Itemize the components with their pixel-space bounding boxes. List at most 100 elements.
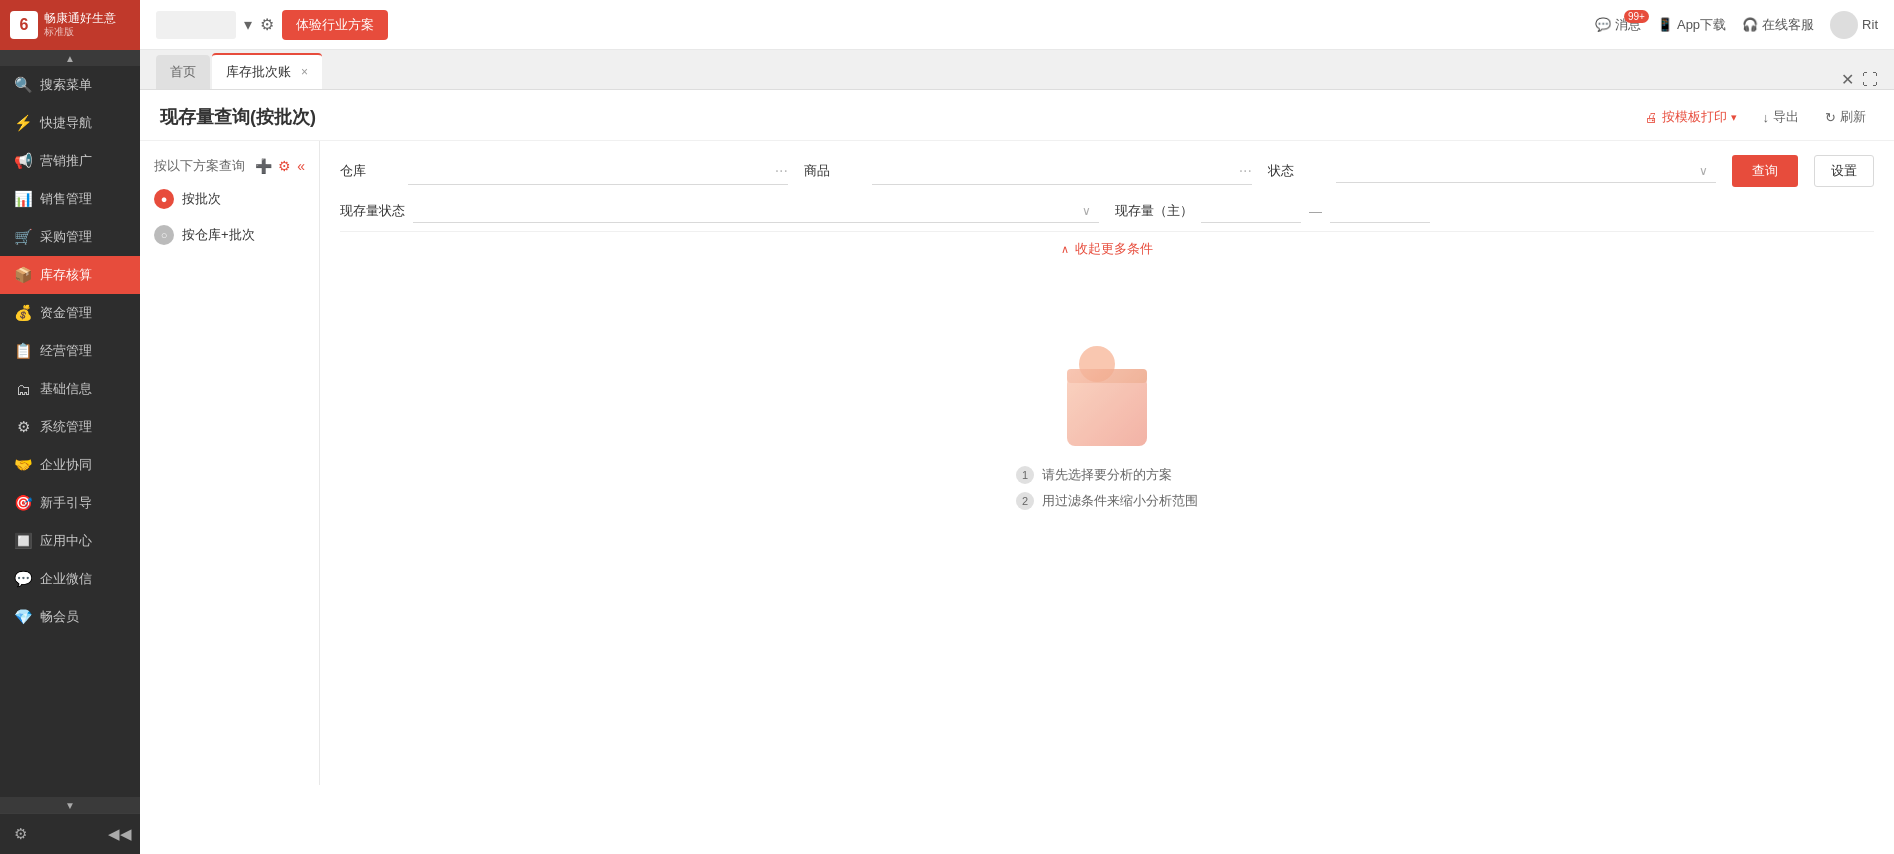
sidebar-item-sales[interactable]: 📊 销售管理 [0, 180, 140, 218]
wechat-icon: 💬 [14, 570, 32, 588]
status-select[interactable]: ∨ [1336, 160, 1716, 183]
sidebar-item-finance[interactable]: 💰 资金管理 [0, 294, 140, 332]
topbar-right: 💬 消息 99+ 📱 App下载 🎧 在线客服 Rit [1595, 11, 1878, 39]
sidebar-header: 6 畅康通好生意 标准版 [0, 0, 140, 50]
print-dropdown-icon[interactable]: ▾ [1731, 111, 1737, 124]
newbie-icon: 🎯 [14, 494, 32, 512]
export-button[interactable]: ↓ 导出 [1755, 104, 1808, 130]
scheme-icon-batch: ● [154, 189, 174, 209]
tab-home-label: 首页 [170, 63, 196, 81]
messages-button[interactable]: 💬 消息 99+ [1595, 16, 1641, 34]
topbar-gear-icon[interactable]: ⚙ [260, 15, 274, 34]
operations-icon: 📋 [14, 342, 32, 360]
sidebar-item-label: 快捷导航 [40, 114, 92, 132]
sidebar-item-wechat[interactable]: 💬 企业微信 [0, 560, 140, 598]
close-tab-icon[interactable]: × [301, 65, 308, 79]
settings-button[interactable]: 设置 [1814, 155, 1874, 187]
sidebar-item-enterprise[interactable]: 🤝 企业协同 [0, 446, 140, 484]
user-avatar-button[interactable]: Rit [1830, 11, 1878, 39]
expand-icon[interactable]: ⛶ [1862, 71, 1878, 89]
collapse-sidebar-icon[interactable]: ◀◀ [108, 822, 132, 846]
empty-illustration [1047, 346, 1167, 446]
add-scheme-icon[interactable]: ➕ [255, 158, 272, 174]
sidebar-scroll-up[interactable]: ▲ [0, 50, 140, 66]
collapse-left-panel-icon[interactable]: « [297, 158, 305, 174]
sidebar-item-label: 基础信息 [40, 380, 92, 398]
sidebar-item-label: 系统管理 [40, 418, 92, 436]
empty-box [1067, 376, 1147, 446]
sidebar-item-label: 企业微信 [40, 570, 92, 588]
scheme-query-label: 按以下方案查询 [154, 157, 245, 175]
sidebar-item-appstore[interactable]: 🔲 应用中心 [0, 522, 140, 560]
empty-tip-1: 1 请先选择要分析的方案 [1016, 466, 1198, 484]
sidebar-item-search[interactable]: 🔍 搜索菜单 [0, 66, 140, 104]
sidebar-item-label: 搜索菜单 [40, 76, 92, 94]
tab-inventory-batch[interactable]: 库存批次账 × [212, 53, 322, 89]
warehouse-filter-label: 仓库 [340, 162, 400, 180]
sidebar-item-newbie[interactable]: 🎯 新手引导 [0, 484, 140, 522]
sidebar-item-quicknav[interactable]: ⚡ 快捷导航 [0, 104, 140, 142]
online-service-label: 在线客服 [1762, 16, 1814, 34]
warehouse-input[interactable] [408, 163, 775, 178]
product-input[interactable] [872, 163, 1239, 178]
sidebar-item-label: 采购管理 [40, 228, 92, 246]
app-logo: 6 [10, 11, 38, 39]
topbar: ▾ ⚙ 体验行业方案 💬 消息 99+ 📱 App下载 🎧 在线客服 Rit [140, 0, 1894, 50]
tab-active-label: 库存批次账 [226, 63, 291, 81]
stock-amount-max-input[interactable] [1330, 199, 1430, 223]
sidebar-item-label: 经营管理 [40, 342, 92, 360]
filter-group-stock-status: 现存量状态 ∨ [340, 200, 1099, 223]
refresh-button[interactable]: ↻ 刷新 [1817, 104, 1874, 130]
print-button[interactable]: 🖨 按模板打印 ▾ [1637, 104, 1745, 130]
tab-home[interactable]: 首页 [156, 55, 210, 89]
quicknav-icon: ⚡ [14, 114, 32, 132]
settings-icon[interactable]: ⚙ [8, 822, 32, 846]
page-header: 现存量查询(按批次) 🖨 按模板打印 ▾ ↓ 导出 ↻ 刷新 [140, 90, 1894, 141]
phone-icon: 📱 [1657, 17, 1673, 32]
scheme-label-warehouse-batch: 按仓库+批次 [182, 226, 255, 244]
sidebar-nav-list: 🔍 搜索菜单 ⚡ 快捷导航 📢 营销推广 📊 销售管理 🛒 采购管理 📦 库存核… [0, 66, 140, 797]
app-subtitle: 标准版 [44, 25, 116, 39]
empty-tip-2: 2 用过滤条件来缩小分析范围 [1016, 492, 1198, 510]
tip-num-1: 1 [1016, 466, 1034, 484]
sidebar-item-label: 应用中心 [40, 532, 92, 550]
sidebar-item-operations[interactable]: 📋 经营管理 [0, 332, 140, 370]
scheme-item-warehouse-batch[interactable]: ○ 按仓库+批次 [140, 217, 319, 253]
base-icon: 🗂 [14, 380, 32, 398]
sidebar-item-vip[interactable]: 💎 畅会员 [0, 598, 140, 636]
sidebar-item-label: 资金管理 [40, 304, 92, 322]
avatar [1830, 11, 1858, 39]
body-layout: 按以下方案查询 ➕ ⚙ « ● 按批次 ○ 按仓库+批次 [140, 141, 1894, 785]
sidebar-item-purchase[interactable]: 🛒 采购管理 [0, 218, 140, 256]
warehouse-dots[interactable]: ··· [775, 162, 788, 180]
topbar-left: ▾ ⚙ 体验行业方案 [156, 10, 1585, 40]
sidebar-scroll-down[interactable]: ▼ [0, 797, 140, 813]
collapse-more-conditions[interactable]: ∧ 收起更多条件 [340, 231, 1874, 266]
sidebar-item-system[interactable]: ⚙ 系统管理 [0, 408, 140, 446]
stock-status-select[interactable]: ∨ [413, 200, 1099, 223]
app-download-label: App下载 [1677, 16, 1726, 34]
inventory-icon: 📦 [14, 266, 32, 284]
stock-amount-min-input[interactable] [1201, 199, 1301, 223]
sidebar-item-label: 企业协同 [40, 456, 92, 474]
app-download-button[interactable]: 📱 App下载 [1657, 16, 1726, 34]
online-service-button[interactable]: 🎧 在线客服 [1742, 16, 1814, 34]
scheme-item-batch[interactable]: ● 按批次 [140, 181, 319, 217]
query-button[interactable]: 查询 [1732, 155, 1798, 187]
range-separator: — [1309, 204, 1322, 219]
brand-dropdown-icon[interactable]: ▾ [244, 15, 252, 34]
product-dots[interactable]: ··· [1239, 162, 1252, 180]
experience-industry-button[interactable]: 体验行业方案 [282, 10, 388, 40]
sidebar-item-base[interactable]: 🗂 基础信息 [0, 370, 140, 408]
scheme-icon-warehouse-batch: ○ [154, 225, 174, 245]
system-icon: ⚙ [14, 418, 32, 436]
stock-amount-range: — [1201, 199, 1874, 223]
close-panel-icon[interactable]: ✕ [1841, 70, 1854, 89]
status-filter-label: 状态 [1268, 162, 1328, 180]
scheme-settings-icon[interactable]: ⚙ [278, 158, 291, 174]
sidebar-item-marketing[interactable]: 📢 营销推广 [0, 142, 140, 180]
finance-icon: 💰 [14, 304, 32, 322]
sidebar-item-inventory[interactable]: 📦 库存核算 [0, 256, 140, 294]
export-label: 导出 [1773, 108, 1799, 126]
product-filter-label: 商品 [804, 162, 864, 180]
